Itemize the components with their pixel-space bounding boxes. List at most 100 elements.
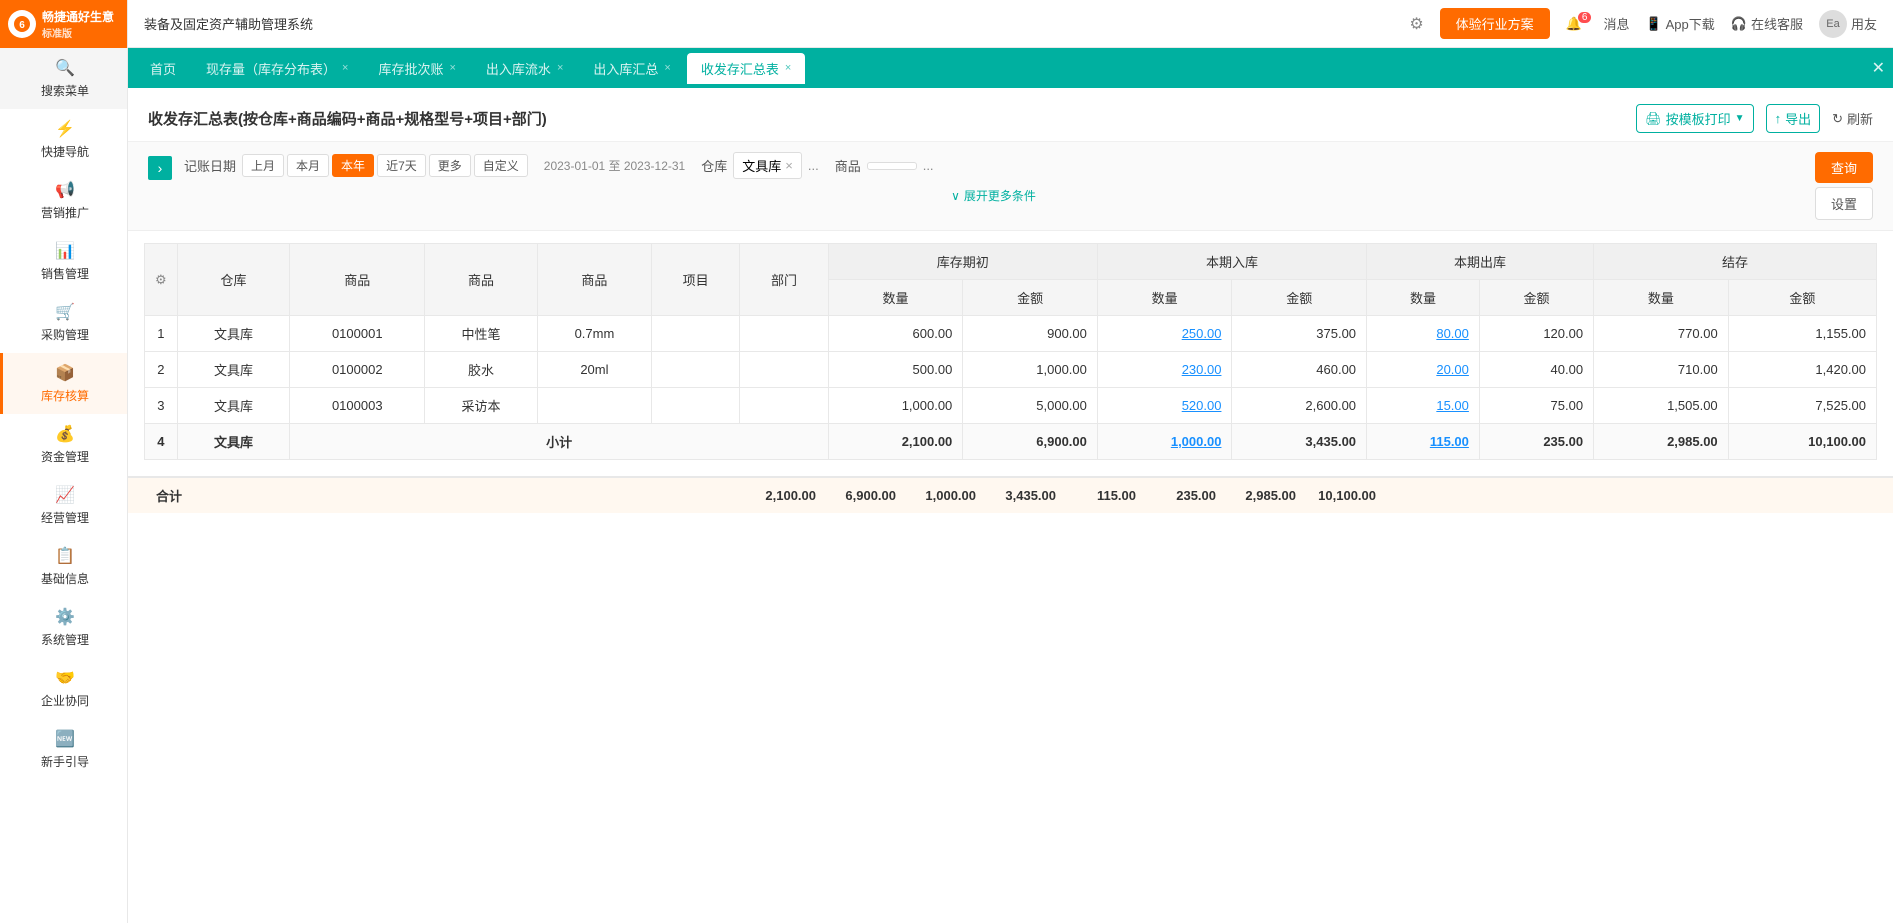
date-this-year[interactable]: 本年 xyxy=(332,154,374,177)
total-row: 合计 2,100.00 6,900.00 1,000.00 3,435.00 1… xyxy=(128,476,1893,513)
row-warehouse: 文具库 xyxy=(177,316,290,352)
page-header: 收发存汇总表(按仓库+商品编码+商品+规格型号+项目+部门) 🖨 按模板打印 ▼… xyxy=(128,88,1893,142)
date-last-month[interactable]: 上月 xyxy=(242,154,284,177)
col-subheader-open-amt: 金额 xyxy=(963,280,1098,316)
date-this-month[interactable]: 本月 xyxy=(287,154,329,177)
row-code: 0100001 xyxy=(290,316,425,352)
tab-home[interactable]: 首页 xyxy=(136,53,190,84)
sidebar-item-quicknav[interactable]: ⚡ 快捷导航 xyxy=(0,109,127,170)
system-icon: ⚙️ xyxy=(55,607,75,627)
tab-close-icon[interactable]: × xyxy=(449,62,455,74)
date-more[interactable]: 更多 xyxy=(429,154,471,177)
user-button[interactable]: Ea 用友 xyxy=(1819,10,1877,38)
tab-close-icon[interactable]: × xyxy=(342,62,348,74)
subtotal-in-qty[interactable]: 1,000.00 xyxy=(1097,424,1232,460)
refresh-button[interactable]: ↻ 刷新 xyxy=(1832,109,1873,128)
app-download-button[interactable]: 📱 App下载 xyxy=(1645,14,1714,33)
warehouse-tag-close[interactable]: × xyxy=(785,158,793,173)
sidebar-item-label: 资金管理 xyxy=(41,448,89,465)
chevron-right-icon: › xyxy=(158,160,163,176)
online-service-button[interactable]: 🎧 在线客服 xyxy=(1731,14,1803,33)
row-out-qty[interactable]: 15.00 xyxy=(1367,388,1480,424)
tab-inout-summary[interactable]: 出入库汇总 × xyxy=(579,53,684,84)
page-content: 收发存汇总表(按仓库+商品编码+商品+规格型号+项目+部门) 🖨 按模板打印 ▼… xyxy=(128,88,1893,923)
row-warehouse: 文具库 xyxy=(177,388,290,424)
headset-icon: 🎧 xyxy=(1731,16,1747,32)
sidebar-item-system[interactable]: ⚙️ 系统管理 xyxy=(0,597,127,658)
goods-filter: 商品 ... xyxy=(835,156,934,175)
inventory-icon: 📦 xyxy=(55,363,75,383)
message-button[interactable]: 🔔 6 消息 xyxy=(1566,14,1630,33)
print-button[interactable]: 🖨 按模板打印 ▼ xyxy=(1636,104,1753,133)
subtotal-name: 小计 xyxy=(290,424,828,460)
page-title: 收发存汇总表(按仓库+商品编码+商品+规格型号+项目+部门) xyxy=(148,108,547,129)
subtotal-out-qty[interactable]: 115.00 xyxy=(1367,424,1480,460)
filter-settings-button[interactable]: 设置 xyxy=(1815,187,1873,220)
total-out-amt: 235.00 xyxy=(1146,488,1226,503)
sidebar-item-enterprise[interactable]: 🤝 企业协同 xyxy=(0,658,127,719)
tab-label: 出入库汇总 xyxy=(593,59,658,78)
tab-flow[interactable]: 出入库流水 × xyxy=(472,53,577,84)
subtotal-row: 4 文具库 小计 2,100.00 6,900.00 1,000.00 3,43… xyxy=(145,424,1877,460)
tab-batch[interactable]: 库存批次账 × xyxy=(364,53,469,84)
row-in-qty[interactable]: 520.00 xyxy=(1097,388,1232,424)
warehouse-ellipsis[interactable]: ... xyxy=(808,158,819,173)
warehouse-filter: 仓库 文具库 × ... xyxy=(701,152,818,179)
sidebar-item-basic-info[interactable]: 📋 基础信息 xyxy=(0,536,127,597)
subtotal-bal-amt: 10,100.00 xyxy=(1728,424,1876,460)
row-bal-amt: 1,420.00 xyxy=(1728,352,1876,388)
query-button[interactable]: 查询 xyxy=(1815,152,1873,183)
export-button[interactable]: ↑ 导出 xyxy=(1766,104,1821,133)
sidebar-item-finance[interactable]: 💰 资金管理 xyxy=(0,414,127,475)
sidebar-item-operations[interactable]: 📈 经营管理 xyxy=(0,475,127,536)
sidebar-item-inventory[interactable]: 📦 库存核算 xyxy=(0,353,127,414)
date-custom[interactable]: 自定义 xyxy=(474,154,528,177)
tab-bar-close-icon[interactable]: ✕ xyxy=(1872,58,1885,78)
subtotal-bal-qty: 2,985.00 xyxy=(1594,424,1729,460)
total-bal-amt: 10,100.00 xyxy=(1306,488,1386,503)
sidebar-item-label: 经营管理 xyxy=(41,509,89,526)
sidebar-item-sales[interactable]: 📊 销售管理 xyxy=(0,231,127,292)
marketing-icon: 📢 xyxy=(55,180,75,200)
expand-button[interactable]: ∨ 展开更多条件 xyxy=(184,187,1803,204)
date-filter: 记账日期 上月 本月 本年 近7天 更多 自定义 xyxy=(184,154,528,177)
filter-toggle-button[interactable]: › xyxy=(148,156,172,180)
row-spec: 0.7mm xyxy=(537,316,651,352)
row-in-qty[interactable]: 250.00 xyxy=(1097,316,1232,352)
tab-close-icon[interactable]: × xyxy=(785,62,791,74)
expand-icon: ∨ xyxy=(951,189,960,203)
row-in-amt: 460.00 xyxy=(1232,352,1367,388)
try-button[interactable]: 体验行业方案 xyxy=(1440,8,1550,39)
goods-ellipsis[interactable]: ... xyxy=(923,158,934,173)
tab-close-icon[interactable]: × xyxy=(557,62,563,74)
row-code: 0100002 xyxy=(290,352,425,388)
tab-label: 现存量（库存分布表） xyxy=(206,59,336,78)
tab-bar: 首页 现存量（库存分布表） × 库存批次账 × 出入库流水 × 出入库汇总 × … xyxy=(128,48,1893,88)
column-settings-icon[interactable]: ⚙ xyxy=(155,272,167,287)
search-icon: 🔍 xyxy=(55,58,75,78)
sales-icon: 📊 xyxy=(55,241,75,261)
row-code: 0100003 xyxy=(290,388,425,424)
sidebar-item-search[interactable]: 🔍 搜索菜单 xyxy=(0,48,127,109)
tab-inventory-dist[interactable]: 现存量（库存分布表） × xyxy=(192,53,362,84)
sidebar-item-purchase[interactable]: 🛒 采购管理 xyxy=(0,292,127,353)
sidebar-item-label: 新手引导 xyxy=(41,753,89,770)
goods-input[interactable] xyxy=(867,162,917,170)
tab-close-icon[interactable]: × xyxy=(664,62,670,74)
row-bal-amt: 7,525.00 xyxy=(1728,388,1876,424)
sidebar-item-newuser[interactable]: 🆕 新手引导 xyxy=(0,719,127,780)
row-out-qty[interactable]: 20.00 xyxy=(1367,352,1480,388)
online-service-label: 在线客服 xyxy=(1751,14,1803,33)
table-row: 2 文具库 0100002 胶水 20ml 500.00 1,000.00 23… xyxy=(145,352,1877,388)
date-7days[interactable]: 近7天 xyxy=(377,154,426,177)
col-header-spec: 商品 xyxy=(537,244,651,316)
tab-receive-send-summary[interactable]: 收发存汇总表 × xyxy=(687,53,805,84)
settings-icon[interactable]: ⚙ xyxy=(1409,14,1423,34)
row-out-qty[interactable]: 80.00 xyxy=(1367,316,1480,352)
sidebar-item-label: 快捷导航 xyxy=(41,143,89,160)
row-in-qty[interactable]: 230.00 xyxy=(1097,352,1232,388)
sidebar: 6 畅捷通好生意 标准版 🔍 搜索菜单 ⚡ 快捷导航 📢 营销推广 📊 销售管理… xyxy=(0,0,128,923)
row-in-amt: 2,600.00 xyxy=(1232,388,1367,424)
sidebar-item-marketing[interactable]: 📢 营销推广 xyxy=(0,170,127,231)
user-label: 用友 xyxy=(1851,14,1877,33)
